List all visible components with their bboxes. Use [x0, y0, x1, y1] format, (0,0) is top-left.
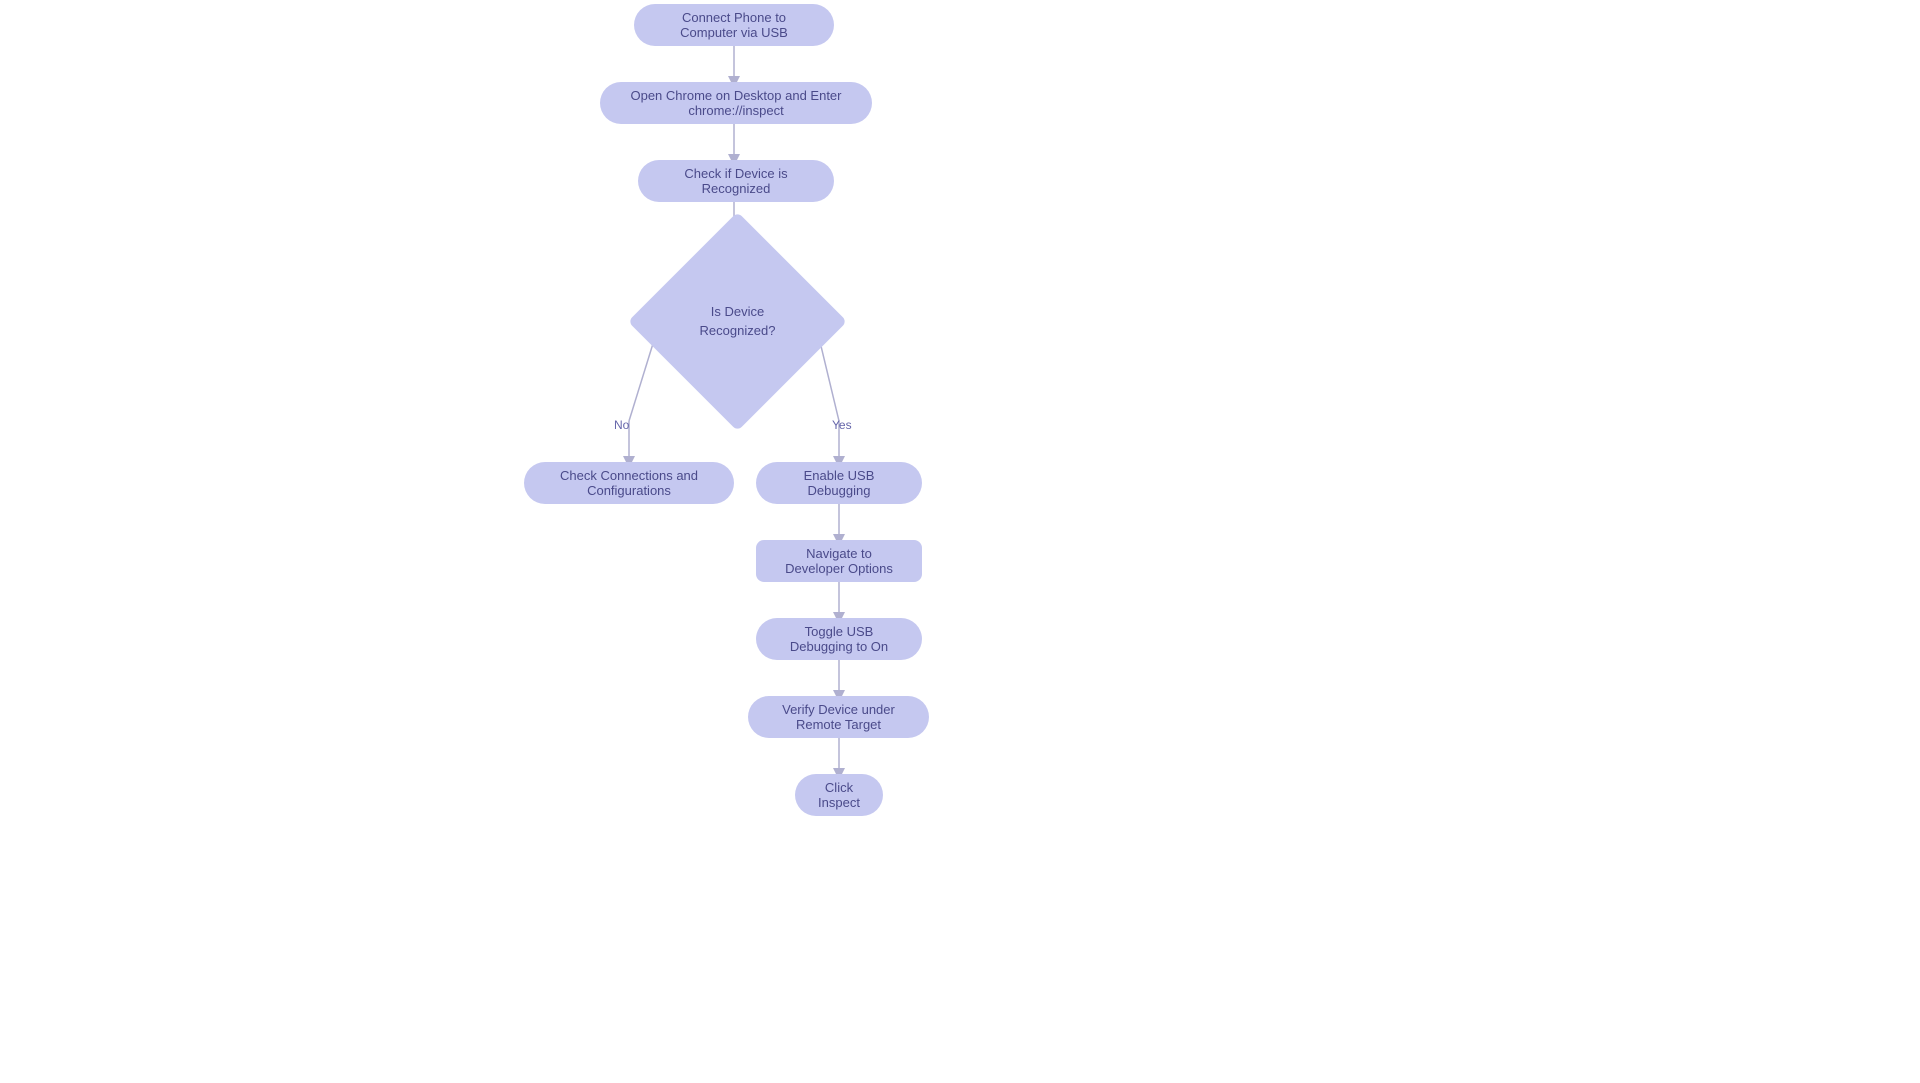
click-inspect-label: Click Inspect [818, 780, 860, 810]
navigate-dev-label: Navigate to Developer Options [780, 546, 898, 576]
enable-usb-label: Enable USB Debugging [780, 468, 898, 498]
is-recognized-diamond: Is Device Recognized? [660, 244, 815, 399]
toggle-usb-label: Toggle USB Debugging to On [780, 624, 898, 654]
click-inspect-node[interactable]: Click Inspect [795, 774, 883, 816]
verify-device-node: Verify Device under Remote Target [748, 696, 929, 738]
open-chrome-label: Open Chrome on Desktop and Enter chrome:… [624, 88, 848, 118]
is-recognized-label: Is Device Recognized? [678, 303, 798, 339]
enable-usb-node: Enable USB Debugging [756, 462, 922, 504]
verify-device-label: Verify Device under Remote Target [772, 702, 905, 732]
yes-label: Yes [832, 418, 852, 432]
open-chrome-node: Open Chrome on Desktop and Enter chrome:… [600, 82, 872, 124]
navigate-dev-node: Navigate to Developer Options [756, 540, 922, 582]
check-connections-node: Check Connections and Configurations [524, 462, 734, 504]
connect-phone-label: Connect Phone to Computer via USB [658, 10, 810, 40]
check-device-node: Check if Device is Recognized [638, 160, 834, 202]
toggle-usb-node: Toggle USB Debugging to On [756, 618, 922, 660]
check-connections-label: Check Connections and Configurations [548, 468, 710, 498]
no-label: No [614, 418, 629, 432]
check-device-label: Check if Device is Recognized [662, 166, 810, 196]
connect-phone-node: Connect Phone to Computer via USB [634, 4, 834, 46]
